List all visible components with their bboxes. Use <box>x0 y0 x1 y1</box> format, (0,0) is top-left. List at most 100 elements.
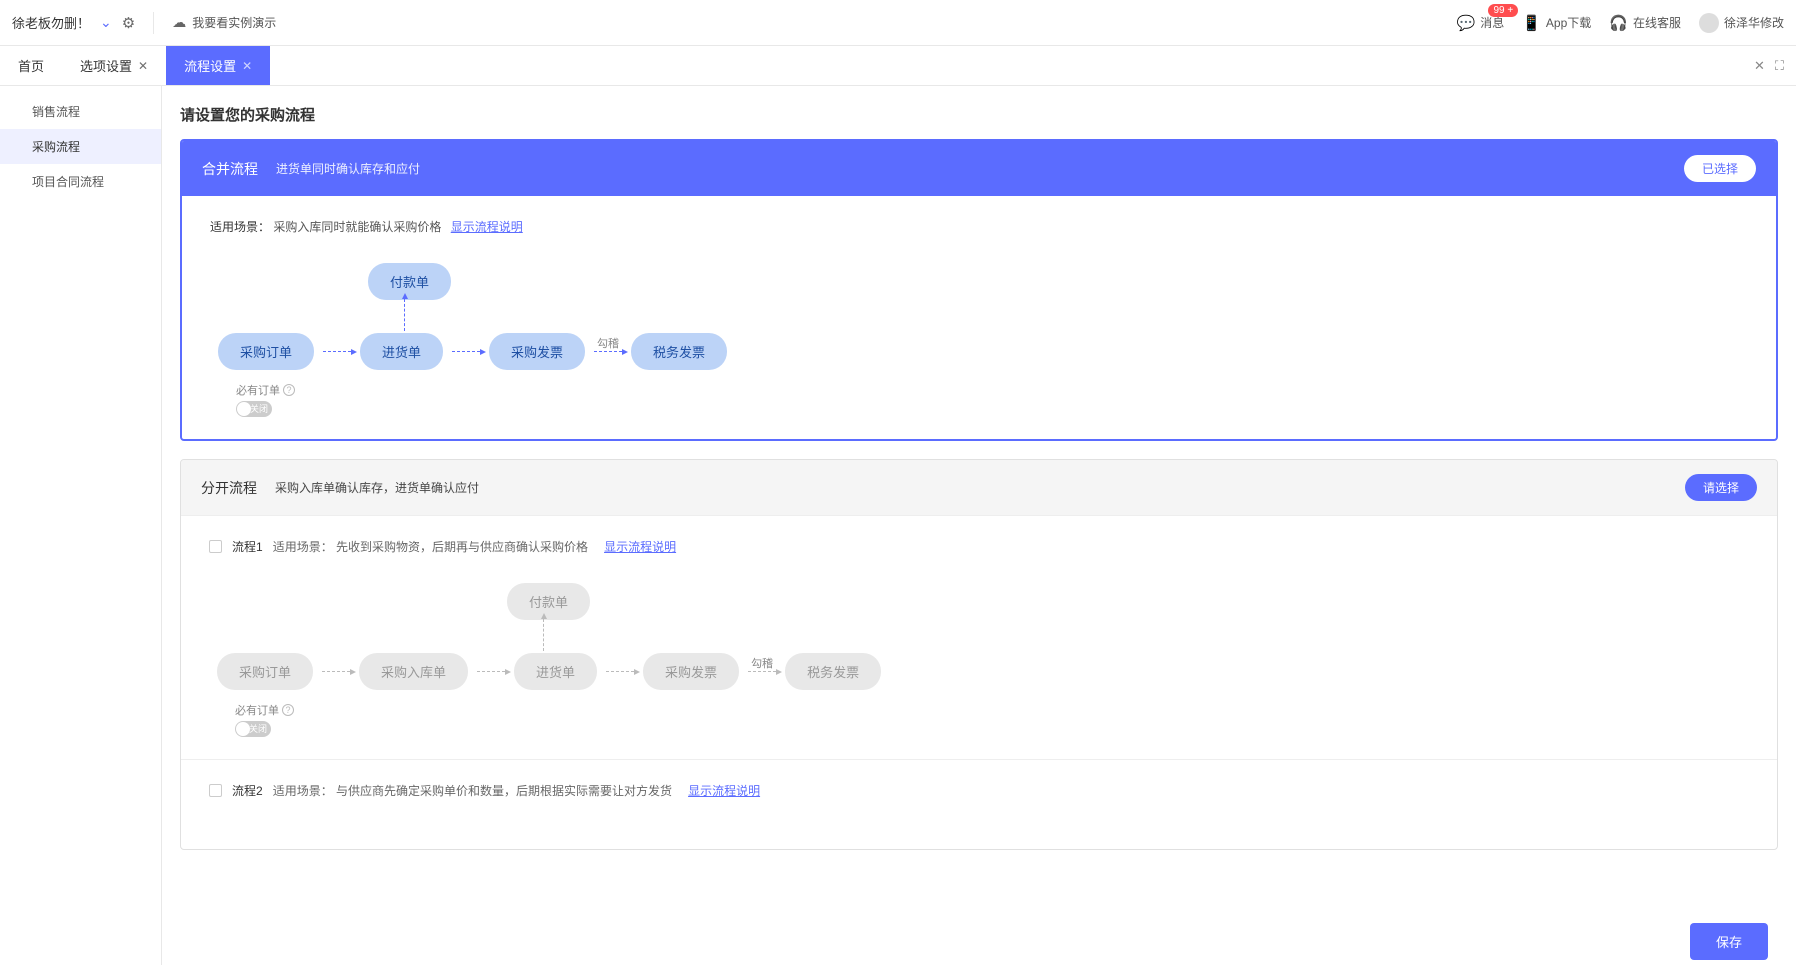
flow-title: 合并流程 <box>202 159 258 179</box>
node-tax: 税务发票 <box>631 333 727 370</box>
messages-button[interactable]: 💬 消息 99 + <box>1457 14 1505 32</box>
avatar-icon <box>1699 13 1719 33</box>
node-payment: 付款单 <box>507 583 590 620</box>
help-icon[interactable]: ? <box>282 704 294 716</box>
flow-diagram-sub1: 付款单 采购订单 采购入库单 进货单 采购发票 勾 <box>209 583 1749 737</box>
flow-subtitle: 采购入库单确认库存，进货单确认应付 <box>275 479 479 496</box>
node-tax: 税务发票 <box>785 653 881 690</box>
chevron-down-icon[interactable]: ⌄ <box>100 14 112 31</box>
gear-icon[interactable]: ⚙ <box>122 14 135 32</box>
toggle-block: 必有订单 ? 关闭 <box>235 702 1749 737</box>
scenario-label: 适用场景： <box>273 784 333 798</box>
demo-link-label: 我要看实例演示 <box>192 14 276 31</box>
scenario-text: 与供应商先确定采购单价和数量，后期根据实际需要让对方发货 <box>336 784 672 798</box>
node-inbound: 采购入库单 <box>359 653 468 690</box>
toggle-label-text: 必有订单 <box>235 702 279 718</box>
org-name[interactable]: 徐老板勿删！ <box>12 13 90 32</box>
sidebar-item-project[interactable]: 项目合同流程 <box>0 164 161 199</box>
sub-flow-name: 流程1 <box>232 538 263 555</box>
message-icon: 💬 <box>1457 14 1476 32</box>
user-name-label: 徐泽华修改 <box>1724 14 1784 31</box>
flow-header-merged: 合并流程 进货单同时确认库存和应付 已选择 <box>182 141 1776 196</box>
sub-scenario: 适用场景： 先收到采购物资，后期再与供应商确认采购价格 <box>273 538 588 555</box>
tabbar: 首页 选项设置 ✕ 流程设置 ✕ ✕ ⛶ <box>0 46 1796 86</box>
tab-home[interactable]: 首页 <box>0 46 62 85</box>
sidebar-item-purchase[interactable]: 采购流程 <box>0 129 161 164</box>
arrow-icon <box>443 351 489 352</box>
toggle-switch[interactable]: 关闭 <box>235 721 271 737</box>
sidebar: 销售流程 采购流程 项目合同流程 <box>0 86 162 965</box>
messages-label: 消息 <box>1480 14 1504 31</box>
arrow-label: 勾稽 <box>751 655 773 671</box>
app-download-label: App下载 <box>1546 14 1591 31</box>
toggle-switch[interactable]: 关闭 <box>236 401 272 417</box>
tab-process[interactable]: 流程设置 ✕ <box>166 46 270 85</box>
sub-flow-name: 流程2 <box>232 782 263 799</box>
toggle-block: 必有订单 ? 关闭 <box>236 382 1748 417</box>
page-body: 销售流程 采购流程 项目合同流程 请设置您的采购流程 合并流程 进货单同时确认库… <box>0 86 1796 965</box>
node-invoice: 采购发票 <box>643 653 739 690</box>
phone-icon: 📱 <box>1522 14 1541 32</box>
node-payment: 付款单 <box>368 263 451 300</box>
headset-icon: 🎧 <box>1609 14 1628 32</box>
node-order: 采购订单 <box>218 333 314 370</box>
flow-select-button[interactable]: 请选择 <box>1685 474 1757 501</box>
flow-selected-button[interactable]: 已选择 <box>1684 155 1756 182</box>
flow-header-separate: 分开流程 采购入库单确认库存，进货单确认应付 请选择 <box>181 460 1777 515</box>
toggle-state: 关闭 <box>250 402 268 415</box>
page-title: 请设置您的采购流程 <box>180 104 1778 125</box>
save-button[interactable]: 保存 <box>1690 923 1768 960</box>
app-download-button[interactable]: 📱 App下载 <box>1522 14 1591 32</box>
show-explain-link[interactable]: 显示流程说明 <box>604 538 676 555</box>
messages-badge: 99 + <box>1488 4 1518 17</box>
close-all-icon[interactable]: ✕ <box>1754 58 1765 74</box>
online-service-label: 在线客服 <box>1633 14 1681 31</box>
flow-diagram-merged: 付款单 采购订单 进货单 采购发票 勾稽 税务发票 <box>210 263 1748 417</box>
arrow-up-icon <box>404 299 405 331</box>
close-icon[interactable]: ✕ <box>138 59 148 73</box>
close-icon[interactable]: ✕ <box>242 59 252 73</box>
flow-title: 分开流程 <box>201 478 257 498</box>
scenario-label: 适用场景： <box>273 540 333 554</box>
toggle-label: 必有订单 ? <box>235 702 1749 718</box>
tab-process-label: 流程设置 <box>184 56 236 75</box>
sidebar-item-sales[interactable]: 销售流程 <box>0 94 161 129</box>
topbar: 徐老板勿删！ ⌄ ⚙ ☁ 我要看实例演示 💬 消息 99 + 📱 App下载 🎧… <box>0 0 1796 46</box>
sub-flow-1: 流程1 适用场景： 先收到采购物资，后期再与供应商确认采购价格 显示流程说明 付… <box>181 515 1777 759</box>
checkbox[interactable] <box>209 540 222 553</box>
arrow-icon <box>313 671 359 672</box>
node-row: 采购订单 进货单 采购发票 勾稽 税务发票 <box>218 333 1748 370</box>
scenario-text: 先收到采购物资，后期再与供应商确认采购价格 <box>336 540 588 554</box>
flow-subtitle: 进货单同时确认库存和应付 <box>276 160 420 177</box>
arrow-icon: 勾稽 <box>585 351 631 352</box>
cloud-icon: ☁ <box>172 14 186 31</box>
expand-icon[interactable]: ⛶ <box>1775 58 1784 74</box>
node-invoice: 采购发票 <box>489 333 585 370</box>
flow-card-merged: 合并流程 进货单同时确认库存和应付 已选择 适用场景： 采购入库同时就能确认采购… <box>180 139 1778 441</box>
demo-link[interactable]: ☁ 我要看实例演示 <box>172 14 276 31</box>
divider <box>153 12 154 34</box>
toggle-label-text: 必有订单 <box>236 382 280 398</box>
scenario-label: 适用场景： <box>210 220 270 234</box>
user-menu[interactable]: 徐泽华修改 <box>1699 13 1784 33</box>
sub-scenario: 适用场景： 与供应商先确定采购单价和数量，后期根据实际需要让对方发货 <box>273 782 672 799</box>
show-explain-link[interactable]: 显示流程说明 <box>688 782 760 799</box>
show-explain-link[interactable]: 显示流程说明 <box>451 220 523 234</box>
node-order: 采购订单 <box>217 653 313 690</box>
sub-flow-head: 流程2 适用场景： 与供应商先确定采购单价和数量，后期根据实际需要让对方发货 显… <box>209 782 1749 799</box>
help-icon[interactable]: ? <box>283 384 295 396</box>
sub-flow-2: 流程2 适用场景： 与供应商先确定采购单价和数量，后期根据实际需要让对方发货 显… <box>181 759 1777 849</box>
arrow-icon <box>597 671 643 672</box>
toggle-label: 必有订单 ? <box>236 382 1748 398</box>
arrow-icon <box>468 671 514 672</box>
online-service-button[interactable]: 🎧 在线客服 <box>1609 14 1681 32</box>
arrow-icon <box>314 351 360 352</box>
arrow-up-icon <box>543 619 544 651</box>
scenario-text: 采购入库同时就能确认采购价格 <box>273 220 441 234</box>
node-receipt: 进货单 <box>360 333 443 370</box>
tab-options[interactable]: 选项设置 ✕ <box>62 46 166 85</box>
checkbox[interactable] <box>209 784 222 797</box>
topbar-right: 💬 消息 99 + 📱 App下载 🎧 在线客服 徐泽华修改 <box>1457 13 1784 33</box>
topbar-left: 徐老板勿删！ ⌄ ⚙ ☁ 我要看实例演示 <box>12 12 276 34</box>
flow-body-merged: 适用场景： 采购入库同时就能确认采购价格 显示流程说明 付款单 <box>182 196 1776 439</box>
